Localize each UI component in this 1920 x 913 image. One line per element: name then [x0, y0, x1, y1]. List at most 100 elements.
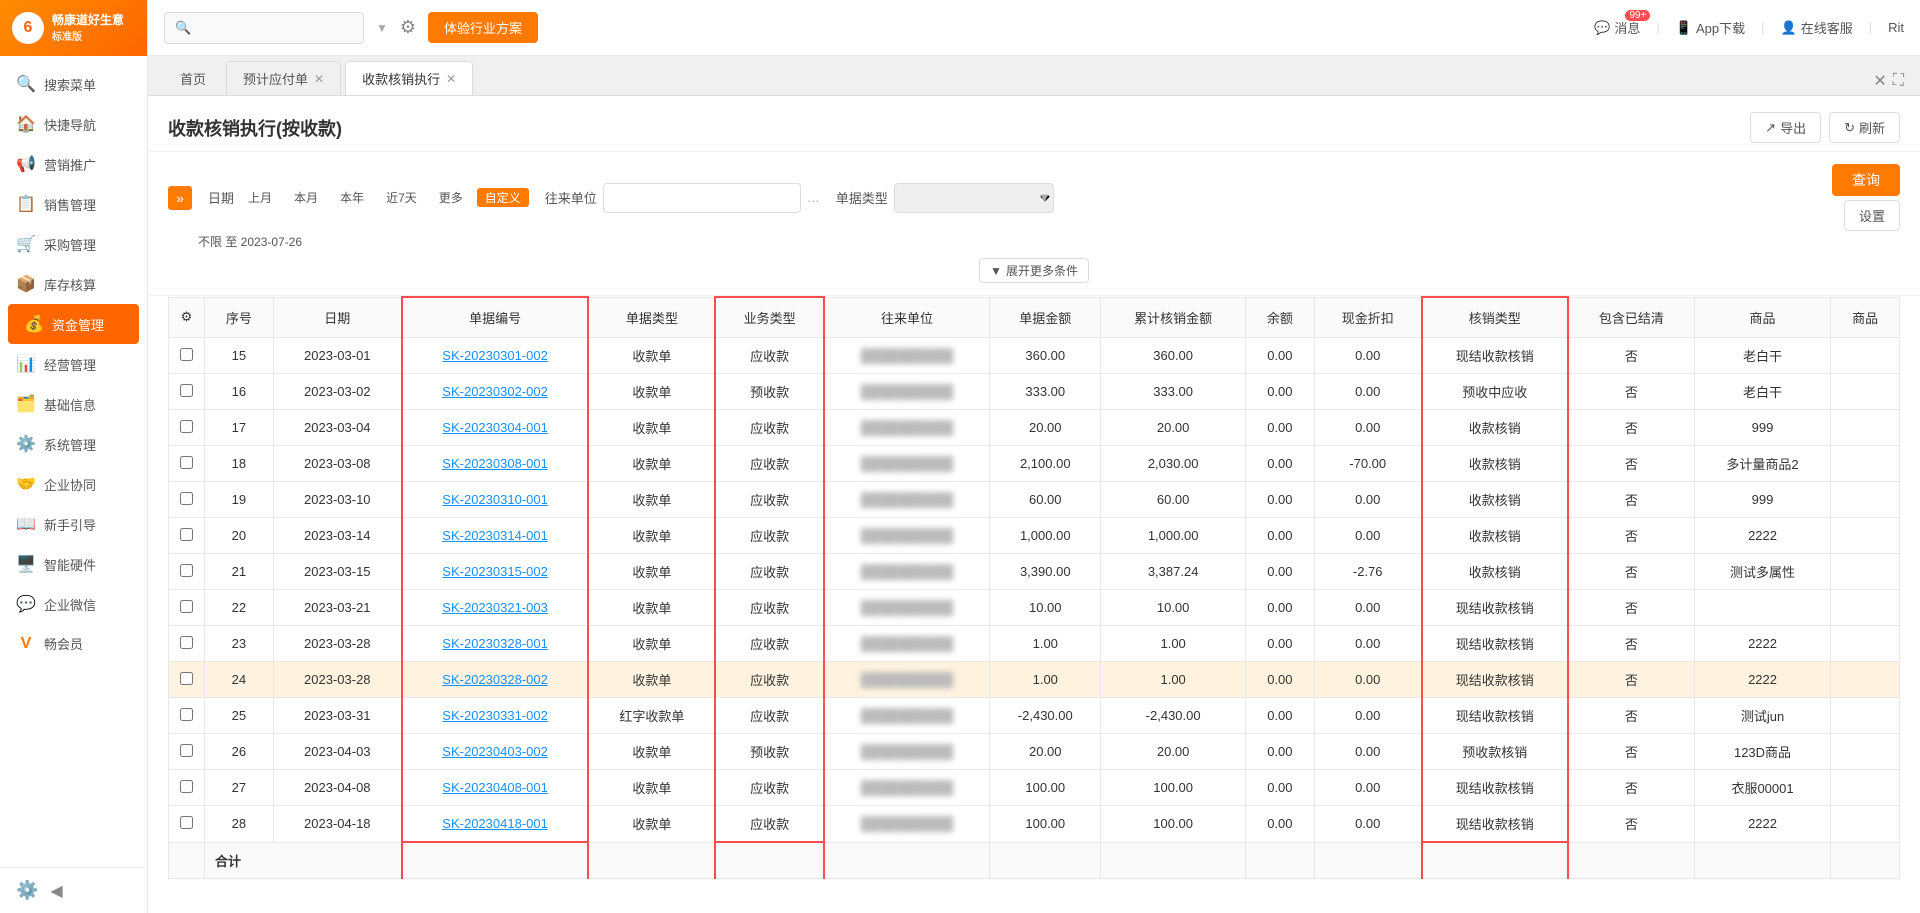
sidebar-item-purchase[interactable]: 🛒 采购管理: [0, 224, 147, 264]
td-checkbox[interactable]: [169, 806, 205, 843]
td-cancel-type: 预收款核销: [1422, 734, 1568, 770]
topbar-gear-icon[interactable]: ⚙: [400, 17, 416, 38]
table-row: 20 2023-03-14 SK-20230314-001 收款单 应收款 ██…: [169, 518, 1900, 554]
sidebar-item-marketing[interactable]: 📢 营销推广: [0, 144, 147, 184]
industry-solution-button[interactable]: 体验行业方案: [428, 12, 538, 43]
td-checkbox[interactable]: [169, 518, 205, 554]
td-checkbox[interactable]: [169, 482, 205, 518]
td-checkbox[interactable]: [169, 338, 205, 374]
table-row: 15 2023-03-01 SK-20230301-002 收款单 应收款 ██…: [169, 338, 1900, 374]
tab-receipt-exec[interactable]: 收款核销执行 ✕: [345, 61, 473, 95]
row-checkbox[interactable]: [180, 492, 193, 505]
app-download-button[interactable]: 📱 App下载: [1676, 18, 1745, 37]
doc-no-link[interactable]: SK-20230321-003: [442, 600, 548, 615]
td-checkbox[interactable]: [169, 410, 205, 446]
sidebar-item-shortcut[interactable]: 🏠 快捷导航: [0, 104, 147, 144]
doc-no-link[interactable]: SK-20230403-002: [442, 744, 548, 759]
doc-no-link[interactable]: SK-20230331-002: [442, 708, 548, 723]
row-checkbox[interactable]: [180, 384, 193, 397]
td-checkbox[interactable]: [169, 590, 205, 626]
date-cur-year-button[interactable]: 本年: [332, 187, 372, 208]
expand-conditions-button[interactable]: ▼ 展开更多条件: [979, 258, 1089, 283]
row-checkbox[interactable]: [180, 708, 193, 721]
row-checkbox[interactable]: [180, 780, 193, 793]
td-accum-cancel: 100.00: [1101, 770, 1246, 806]
doc-no-link[interactable]: SK-20230302-002: [442, 384, 548, 399]
doc-no-link[interactable]: SK-20230418-001: [442, 816, 548, 831]
message-button[interactable]: 💬 消息 99+: [1594, 18, 1640, 37]
row-checkbox[interactable]: [180, 528, 193, 541]
sidebar-item-guide[interactable]: 📖 新手引导: [0, 504, 147, 544]
sidebar-item-hardware[interactable]: 🖥️ 智能硬件: [0, 544, 147, 584]
doc-no-link[interactable]: SK-20230315-002: [442, 564, 548, 579]
date-prev-month-button[interactable]: 上月: [240, 187, 280, 208]
sidebar-item-search[interactable]: 🔍 搜索菜单: [0, 64, 147, 104]
tab-home[interactable]: 首页: [164, 61, 222, 95]
doc-type-select[interactable]: [894, 183, 1054, 213]
td-checkbox[interactable]: [169, 770, 205, 806]
doc-no-link[interactable]: SK-20230328-001: [442, 636, 548, 651]
tab-close-all-icon[interactable]: ✕: [1873, 71, 1886, 91]
sidebar-item-system[interactable]: ⚙️ 系统管理: [0, 424, 147, 464]
settings-button[interactable]: 设置: [1844, 200, 1900, 231]
td-partner: ██████████: [824, 590, 990, 626]
sidebar-item-finance[interactable]: 💰 资金管理: [8, 304, 139, 344]
topbar-search-box[interactable]: 🔍: [164, 12, 364, 44]
filter-toggle-button[interactable]: »: [168, 186, 192, 210]
partner-input[interactable]: [603, 183, 801, 213]
tab-payable[interactable]: 预计应付单 ✕: [226, 61, 341, 95]
sidebar-item-base[interactable]: 🗂️ 基础信息: [0, 384, 147, 424]
doc-no-link[interactable]: SK-20230304-001: [442, 420, 548, 435]
td-checkbox[interactable]: [169, 446, 205, 482]
row-checkbox[interactable]: [180, 816, 193, 829]
sidebar-item-sales[interactable]: 📋 销售管理: [0, 184, 147, 224]
collapse-icon[interactable]: ◀: [50, 881, 62, 901]
sidebar-item-inventory[interactable]: 📦 库存核算: [0, 264, 147, 304]
td-doc-type: 收款单: [588, 806, 715, 843]
row-checkbox[interactable]: [180, 420, 193, 433]
td-checkbox[interactable]: [169, 662, 205, 698]
user-name[interactable]: Rit: [1888, 20, 1904, 35]
sidebar-item-operation[interactable]: 📊 经营管理: [0, 344, 147, 384]
refresh-button[interactable]: ↻ 刷新: [1829, 112, 1900, 143]
date-range-display: 不限 至 2023-07-26: [198, 233, 1900, 250]
doc-no-link[interactable]: SK-20230408-001: [442, 780, 548, 795]
doc-no-link[interactable]: SK-20230301-002: [442, 348, 548, 363]
settings-icon[interactable]: ⚙️: [16, 880, 38, 901]
date-more-button[interactable]: 更多: [431, 187, 471, 208]
date-custom-button[interactable]: 自定义: [477, 188, 529, 207]
tab-expand-icon[interactable]: ⛶: [1893, 72, 1904, 90]
doc-no-link[interactable]: SK-20230308-001: [442, 456, 548, 471]
table-header-row: ⚙ 序号 日期 单据编号 单据类型 业务类型 往来单位 单据金额 累计核销金额 …: [169, 297, 1900, 338]
sidebar-item-wechat[interactable]: 💬 企业微信: [0, 584, 147, 624]
row-checkbox[interactable]: [180, 672, 193, 685]
row-checkbox[interactable]: [180, 348, 193, 361]
row-checkbox[interactable]: [180, 744, 193, 757]
row-checkbox[interactable]: [180, 456, 193, 469]
row-checkbox[interactable]: [180, 636, 193, 649]
td-cash-discount: 0.00: [1314, 662, 1421, 698]
tab-receipt-exec-close-icon[interactable]: ✕: [446, 72, 456, 86]
td-checkbox[interactable]: [169, 374, 205, 410]
th-settings[interactable]: ⚙: [169, 297, 205, 338]
date-cur-month-button[interactable]: 本月: [286, 187, 326, 208]
sidebar-item-company[interactable]: 🤝 企业协同: [0, 464, 147, 504]
row-checkbox[interactable]: [180, 600, 193, 613]
doc-no-link[interactable]: SK-20230314-001: [442, 528, 548, 543]
online-service-button[interactable]: 👤 在线客服: [1781, 18, 1853, 37]
doc-no-link[interactable]: SK-20230328-002: [442, 672, 548, 687]
td-balance: 0.00: [1246, 662, 1315, 698]
td-checkbox[interactable]: [169, 626, 205, 662]
doc-no-link[interactable]: SK-20230310-001: [442, 492, 548, 507]
topbar-search-input[interactable]: [195, 21, 353, 35]
date-7days-button[interactable]: 近7天: [378, 187, 425, 208]
query-button[interactable]: 查询: [1832, 164, 1900, 196]
row-checkbox[interactable]: [180, 564, 193, 577]
td-checkbox[interactable]: [169, 698, 205, 734]
td-checkbox[interactable]: [169, 554, 205, 590]
tab-payable-close-icon[interactable]: ✕: [314, 72, 324, 86]
export-button[interactable]: ↗ 导出: [1750, 112, 1821, 143]
td-checkbox[interactable]: [169, 734, 205, 770]
sidebar-item-member[interactable]: V 畅会员: [0, 624, 147, 663]
partner-dots[interactable]: …: [807, 190, 820, 205]
